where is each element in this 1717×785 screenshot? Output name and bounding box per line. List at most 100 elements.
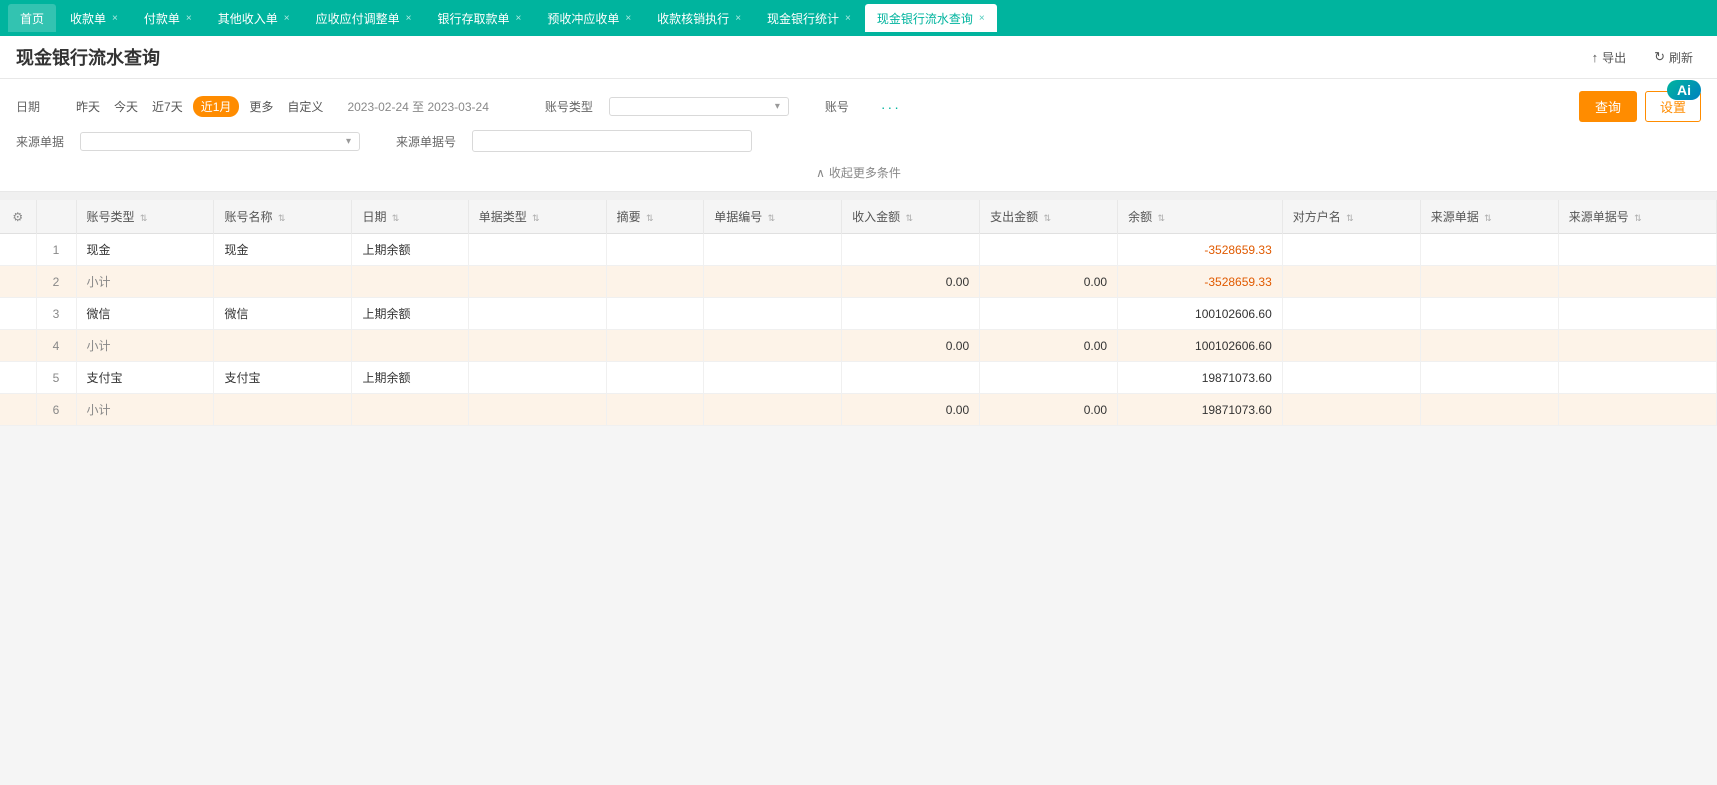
nav-home[interactable]: 首页 [8,4,56,32]
nav-shoukuan-close[interactable]: × [112,13,118,24]
ai-badge[interactable]: Ai [1667,80,1701,100]
account-dots[interactable]: ··· [881,99,901,115]
nav-yushoucong-close[interactable]: × [625,13,631,24]
nav-liushui-close[interactable]: × [979,13,985,24]
query-button[interactable]: 查询 [1579,91,1637,122]
row-expense [980,234,1118,266]
sort-icon-summary: ⇅ [646,213,654,223]
date-last7[interactable]: 近7天 [148,96,187,117]
account-type-select[interactable]: ▾ [609,97,789,116]
nav-yinhang[interactable]: 银行存取款单 × [425,4,533,32]
nav-tiaozheng-close[interactable]: × [406,13,412,24]
source-doc-num-input[interactable] [472,130,752,152]
row-doc-type [468,330,606,362]
nav-hexiao[interactable]: 收款核销执行 × [645,4,753,32]
col-date-header[interactable]: 日期 ⇅ [352,200,468,234]
nav-liushui[interactable]: 现金银行流水查询 × [865,4,997,32]
filter-row-2: 来源单据 ▾ 来源单据号 [16,130,1701,152]
col-doc-no-label: 单据编号 [714,210,762,224]
sort-icon-account-type: ⇅ [140,213,148,223]
date-custom[interactable]: 自定义 [283,96,327,117]
row-account-name [214,330,352,362]
nav-fukuan[interactable]: 付款单 × [132,4,204,32]
row-summary [606,266,704,298]
col-counterpart-header[interactable]: 对方户名 ⇅ [1282,200,1420,234]
col-account-type-header[interactable]: 账号类型 ⇅ [76,200,214,234]
date-yesterday[interactable]: 昨天 [72,96,104,117]
sort-icon-date: ⇅ [392,213,400,223]
row-gear-cell [0,362,36,394]
row-doc-type [468,234,606,266]
source-doc-chevron-icon: ▾ [346,136,351,147]
col-expense-header[interactable]: 支出金额 ⇅ [980,200,1118,234]
row-index: 1 [36,234,76,266]
row-date [352,266,468,298]
date-label: 日期 [16,98,56,115]
row-balance: -3528659.33 [1118,234,1283,266]
nav-shoukuan[interactable]: 收款单 × [58,4,130,32]
nav-fukuan-close[interactable]: × [186,13,192,24]
data-table: ⚙ 账号类型 ⇅ 账号名称 ⇅ 日期 ⇅ 单据类型 ⇅ [0,200,1717,426]
row-index: 2 [36,266,76,298]
nav-tongji-close[interactable]: × [845,13,851,24]
source-doc-select[interactable]: ▾ [80,132,360,151]
nav-tiaozheng-label: 应收应付调整单 [316,10,400,27]
nav-yushoucong[interactable]: 预收冲应收单 × [535,4,643,32]
nav-fukuan-label: 付款单 [144,10,180,27]
col-balance-header[interactable]: 余额 ⇅ [1118,200,1283,234]
nav-tiaozheng[interactable]: 应收应付调整单 × [304,4,424,32]
table-header-row: ⚙ 账号类型 ⇅ 账号名称 ⇅ 日期 ⇅ 单据类型 ⇅ [0,200,1717,234]
col-summary-header[interactable]: 摘要 ⇅ [606,200,704,234]
col-doc-type-header[interactable]: 单据类型 ⇅ [468,200,606,234]
row-date [352,394,468,426]
col-doc-no-header[interactable]: 单据编号 ⇅ [704,200,842,234]
nav-tongji[interactable]: 现金银行统计 × [755,4,863,32]
row-account-name: 支付宝 [214,362,352,394]
row-income [842,298,980,330]
row-account-name [214,394,352,426]
row-summary [606,362,704,394]
export-button[interactable]: ↑ 导出 [1584,45,1635,70]
account-label: 账号 [825,98,865,115]
col-source-doc-no-header[interactable]: 来源单据号 ⇅ [1558,200,1716,234]
nav-yushoucong-label: 预收冲应收单 [547,10,619,27]
row-doc-no [704,298,842,330]
nav-qitashouru[interactable]: 其他收入单 × [206,4,302,32]
row-index: 5 [36,362,76,394]
row-index: 6 [36,394,76,426]
col-source-doc-header[interactable]: 来源单据 ⇅ [1420,200,1558,234]
header-actions: ↑ 导出 ↻ 刷新 Ai [1584,45,1701,70]
settings-gear-icon[interactable]: ⚙ [12,210,23,224]
sort-icon-doc-type: ⇅ [532,213,540,223]
row-date: 上期余额 [352,234,468,266]
col-income-header[interactable]: 收入金额 ⇅ [842,200,980,234]
row-doc-type [468,298,606,330]
table-body: 1 现金 现金 上期余额 -3528659.33 2 小计 0.00 0.00 … [0,234,1717,426]
refresh-button[interactable]: ↻ 刷新 [1646,45,1701,70]
row-account-name: 微信 [214,298,352,330]
nav-yinhang-close[interactable]: × [515,13,521,24]
col-account-name-label: 账号名称 [224,210,272,224]
col-source-doc-label: 来源单据 [1431,210,1479,224]
row-doc-no [704,394,842,426]
date-last1month[interactable]: 近1月 [193,96,240,117]
row-counterpart [1282,234,1420,266]
row-source-doc [1420,234,1558,266]
nav-hexiao-close[interactable]: × [735,13,741,24]
row-account-type: 小计 [76,330,214,362]
row-balance: 19871073.60 [1118,394,1283,426]
col-account-name-header[interactable]: 账号名称 ⇅ [214,200,352,234]
row-source-doc [1420,362,1558,394]
date-more[interactable]: 更多 [245,96,277,117]
source-doc-label: 来源单据 [16,133,64,150]
col-account-type-label: 账号类型 [87,210,135,224]
date-today[interactable]: 今天 [110,96,142,117]
nav-yinhang-label: 银行存取款单 [437,10,509,27]
collapse-bar[interactable]: ∧ 收起更多条件 [16,160,1701,183]
date-options: 昨天 今天 近7天 近1月 更多 自定义 [72,96,327,117]
ai-label: Ai [1677,82,1691,98]
row-source-doc [1420,298,1558,330]
nav-shoukuan-label: 收款单 [70,10,106,27]
row-income: 0.00 [842,330,980,362]
nav-qitashouru-close[interactable]: × [284,13,290,24]
